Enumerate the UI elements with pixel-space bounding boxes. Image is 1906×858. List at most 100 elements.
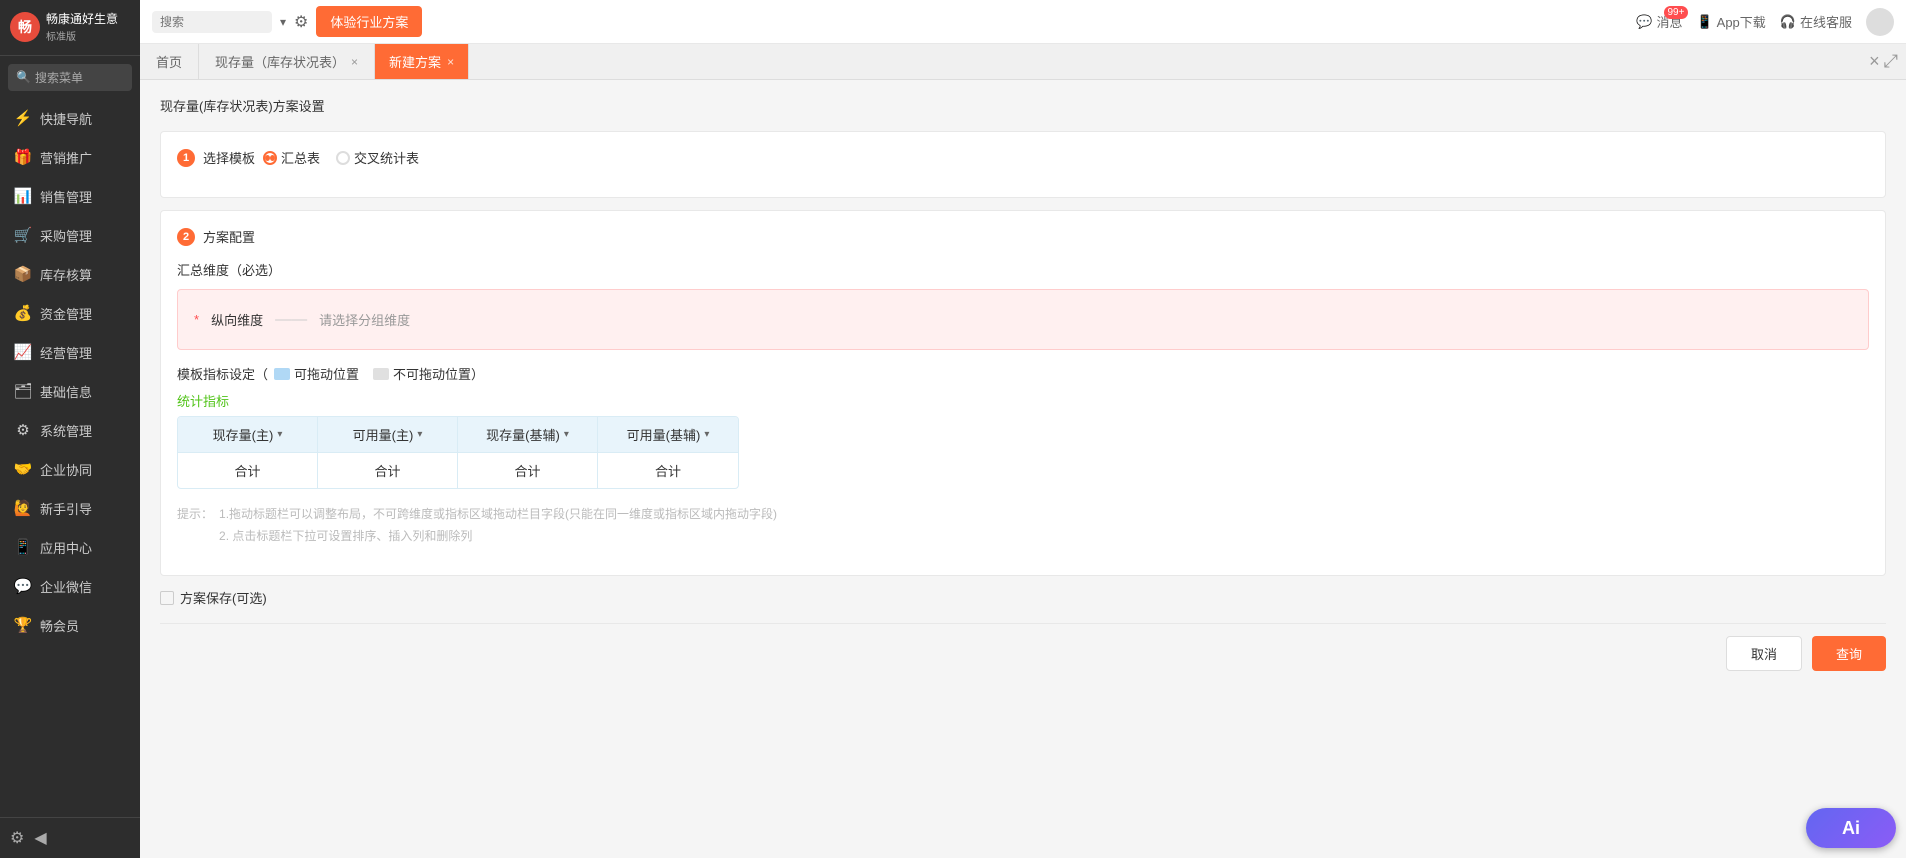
user-avatar[interactable]: [1866, 8, 1894, 36]
dim-placeholder: 请选择分组维度: [319, 310, 410, 329]
save-checkbox[interactable]: [160, 591, 174, 605]
query-button[interactable]: 查询: [1812, 636, 1886, 671]
sidebar-item-label: 基础信息: [40, 382, 92, 401]
tab-inventory-close[interactable]: ×: [351, 55, 358, 69]
cancel-button[interactable]: 取消: [1726, 636, 1802, 671]
sidebar-item-label: 采购管理: [40, 226, 92, 245]
app-download-label: App下载: [1717, 12, 1766, 31]
stats-col-1-value: 合计: [318, 452, 458, 488]
step2-body: 汇总维度（必选） * 纵向维度 —— 请选择分组维度 模板指标设定（ 可拖动位置: [177, 260, 1869, 547]
tips-section: 提示： 1.拖动标题栏可以调整布局，不可跨维度或指标区域拖动栏目字段(只能在同一…: [177, 504, 1869, 547]
stats-section: 统计指标 现存量(主) ▾ 可用量(主) ▾: [177, 391, 1869, 492]
tabbar: 首页 现存量（库存状况表） × 新建方案 × × ⤢: [140, 44, 1906, 80]
no-drag-indicator: 不可拖动位置）: [373, 364, 484, 383]
messages-item[interactable]: 💬 消息 99+: [1636, 12, 1682, 31]
app-logo-icon: 畅: [10, 12, 40, 42]
close-panel-button[interactable]: ×: [1869, 51, 1880, 72]
main-area: ▾ ⚙ 体验行业方案 💬 消息 99+ 📱 App下载 🎧 在线客服 首页: [140, 0, 1906, 858]
sidebar-item-marketing[interactable]: 🎁 营销推广: [0, 138, 140, 177]
stats-col-3-value: 合计: [598, 452, 738, 488]
search-icon: 🔍: [16, 70, 31, 84]
tab-new-scheme-label: 新建方案: [389, 52, 441, 71]
collapse-icon[interactable]: ◀: [34, 828, 46, 848]
tab-new-scheme[interactable]: 新建方案 ×: [375, 44, 469, 79]
sidebar-item-label: 营销推广: [40, 148, 92, 167]
trial-button[interactable]: 体验行业方案: [316, 6, 422, 37]
sidebar-item-label: 系统管理: [40, 421, 92, 440]
sidebar-item-label: 新手引导: [40, 499, 92, 518]
quicknav-icon: ⚡: [14, 109, 32, 127]
sidebar-item-inventory[interactable]: 📦 库存核算: [0, 255, 140, 294]
sidebar-item-label: 销售管理: [40, 187, 92, 206]
no-drag-label: 不可拖动位置）: [393, 364, 484, 383]
topbar-right: 💬 消息 99+ 📱 App下载 🎧 在线客服: [1636, 8, 1894, 36]
step2-label: 方案配置: [203, 227, 255, 246]
customer-service-item[interactable]: 🎧 在线客服: [1780, 12, 1852, 31]
tip-0: 提示： 1.拖动标题栏可以调整布局，不可跨维度或指标区域拖动栏目字段(只能在同一…: [177, 504, 1869, 526]
sidebar-item-label: 经营管理: [40, 343, 92, 362]
template-settings-label: 模板指标设定（ 可拖动位置 不可拖动位置）: [177, 364, 1869, 383]
sidebar-item-quicknav[interactable]: ⚡ 快捷导航: [0, 99, 140, 138]
dim-field-label: 纵向维度: [211, 310, 263, 329]
stats-col-3-chevron: ▾: [704, 429, 709, 440]
settings-icon[interactable]: ⚙: [10, 828, 24, 848]
sidebar-search[interactable]: 🔍 搜索菜单: [8, 64, 132, 91]
system-icon: ⚙: [14, 421, 32, 439]
tab-inventory[interactable]: 现存量（库存状况表） ×: [199, 44, 375, 79]
breadcrumb-input[interactable]: [152, 11, 272, 33]
dropdown-button[interactable]: ▾: [280, 15, 286, 29]
stats-col-0-value: 合计: [178, 452, 318, 488]
sidebar-item-purchase[interactable]: 🛒 采购管理: [0, 216, 140, 255]
tab-inventory-label: 现存量（库存状况表）: [215, 52, 345, 71]
stats-col-1-header[interactable]: 可用量(主) ▾: [318, 417, 458, 452]
ai-fab-button[interactable]: Ai: [1806, 808, 1896, 848]
sidebar-item-vip[interactable]: 🏆 畅会员: [0, 606, 140, 645]
step1-label: 选择模板: [203, 148, 255, 167]
stats-col-2-header[interactable]: 现存量(基辅) ▾: [458, 417, 598, 452]
app-name-block: 畅康通好生意 标准版: [46, 12, 118, 43]
dimension-selector[interactable]: * 纵向维度 —— 请选择分组维度: [177, 289, 1869, 350]
radio-summary[interactable]: 汇总表: [263, 148, 320, 167]
sidebar-bottom: ⚙ ◀: [0, 817, 140, 858]
tab-home[interactable]: 首页: [140, 44, 199, 79]
required-mark: *: [194, 312, 199, 327]
sidebar-item-label: 快捷导航: [40, 109, 92, 128]
tab-home-label: 首页: [156, 52, 182, 71]
sidebar-item-appcenter[interactable]: 📱 应用中心: [0, 528, 140, 567]
step1-badge: 1: [177, 149, 195, 167]
save-option-label: 方案保存(可选): [180, 588, 267, 607]
sidebar-item-operations[interactable]: 📈 经营管理: [0, 333, 140, 372]
basicinfo-icon: 🗂: [14, 382, 32, 400]
expand-panel-button[interactable]: ⤢: [1884, 51, 1898, 72]
step2-section: 2 方案配置 汇总维度（必选） * 纵向维度 —— 请选择分组维度 模板指标设定…: [160, 210, 1886, 576]
sidebar-item-label: 企业协同: [40, 460, 92, 479]
stats-col-1-chevron: ▾: [417, 429, 422, 440]
stats-col-0-header[interactable]: 现存量(主) ▾: [178, 417, 318, 452]
radio-cross-dot: [336, 151, 350, 165]
sidebar-nav: ⚡ 快捷导航 🎁 营销推广 📊 销售管理 🛒 采购管理 📦 库存核算 💰 资金管…: [0, 99, 140, 817]
topbar-gear-icon[interactable]: ⚙: [294, 12, 308, 32]
stats-table-header: 现存量(主) ▾ 可用量(主) ▾ 现存量(基辅) ▾: [178, 417, 738, 452]
app-download-item[interactable]: 📱 App下载: [1696, 12, 1765, 31]
sidebar-item-guide[interactable]: 🙋 新手引导: [0, 489, 140, 528]
sidebar-item-system[interactable]: ⚙ 系统管理: [0, 411, 140, 450]
sidebar-item-basicinfo[interactable]: 🗂 基础信息: [0, 372, 140, 411]
sidebar-item-wechat[interactable]: 💬 企业微信: [0, 567, 140, 606]
stats-col-3-header[interactable]: 可用量(基辅) ▾: [598, 417, 738, 452]
sidebar-item-collab[interactable]: 🤝 企业协同: [0, 450, 140, 489]
save-option: 方案保存(可选): [160, 588, 1886, 607]
stats-col-1-label: 可用量(主): [353, 425, 414, 444]
ai-fab-label: Ai: [1842, 818, 1860, 839]
tab-new-scheme-close[interactable]: ×: [447, 55, 454, 69]
sidebar-item-sales[interactable]: 📊 销售管理: [0, 177, 140, 216]
sidebar-item-label: 畅会员: [40, 616, 79, 635]
tip-0-text: 1.拖动标题栏可以调整布局，不可跨维度或指标区域拖动栏目字段(只能在同一维度或指…: [219, 504, 777, 526]
marketing-icon: 🎁: [14, 148, 32, 166]
step2-badge: 2: [177, 228, 195, 246]
sidebar-item-finance[interactable]: 💰 资金管理: [0, 294, 140, 333]
stats-col-0-label: 现存量(主): [213, 425, 274, 444]
step1-header: 1 选择模板 汇总表 交叉统计表: [177, 148, 1869, 167]
radio-cross[interactable]: 交叉统计表: [336, 148, 419, 167]
stats-title: 统计指标: [177, 391, 1869, 410]
finance-icon: 💰: [14, 304, 32, 322]
